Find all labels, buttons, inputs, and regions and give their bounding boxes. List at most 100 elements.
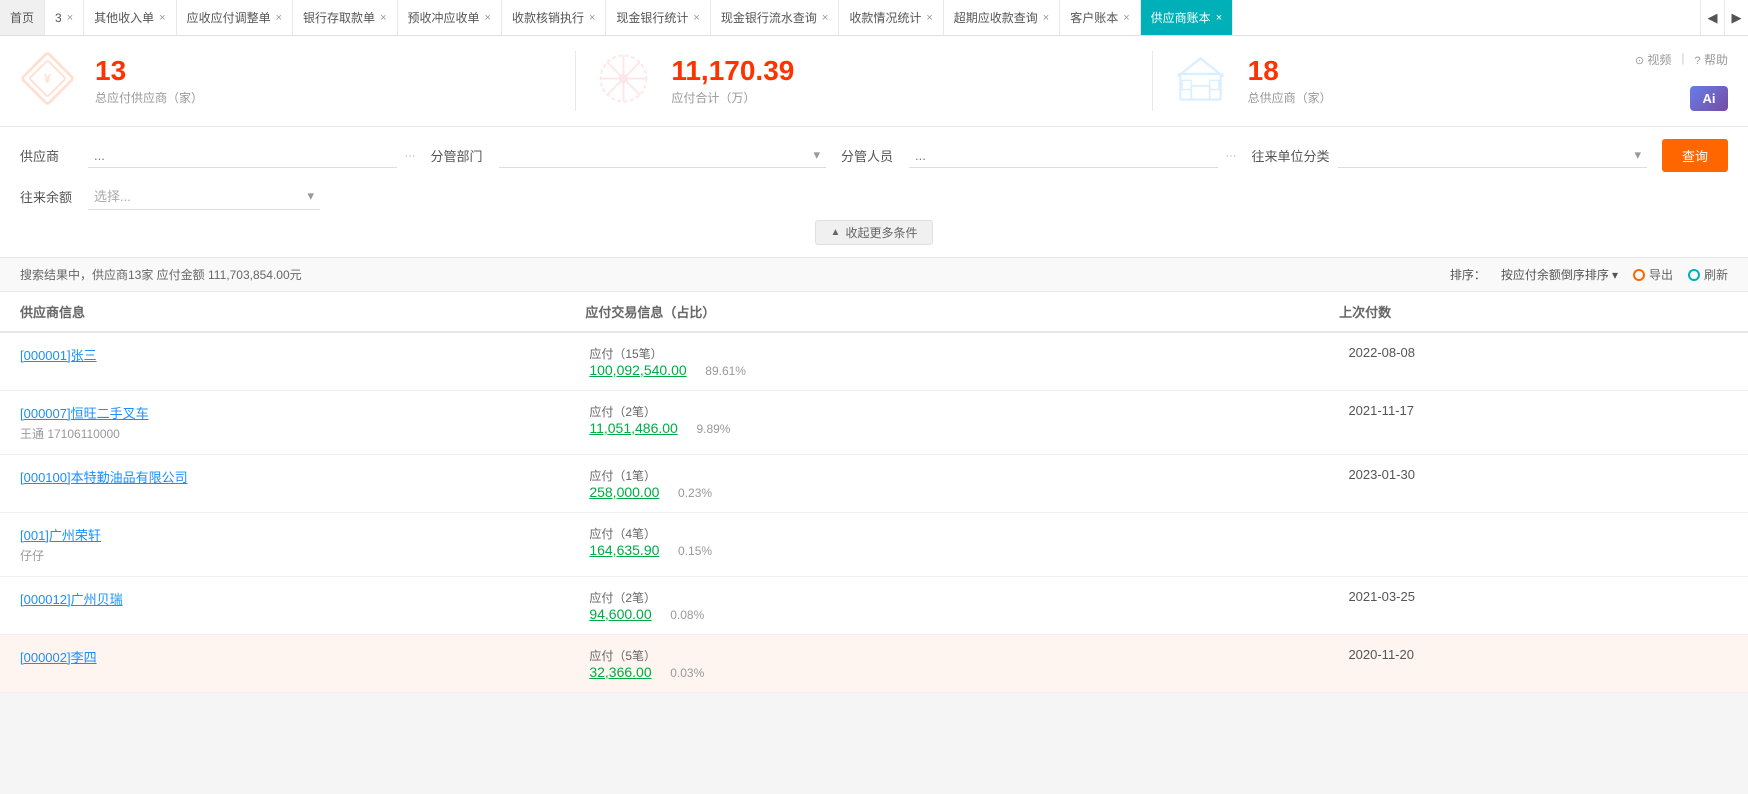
manager-more-icon[interactable]: ··· [1226, 150, 1237, 162]
supplier-input[interactable] [88, 144, 397, 168]
refresh-button[interactable]: 刷新 [1688, 266, 1728, 283]
trans-amount[interactable]: 94,600.00 [589, 606, 651, 622]
nav-home[interactable]: 首页 [0, 0, 45, 35]
trans-amount[interactable]: 32,366.00 [589, 664, 651, 680]
supplier-link[interactable]: [000007]恒旺二手叉车 [20, 403, 589, 422]
supplier-link[interactable]: [000002]李四 [20, 647, 589, 666]
supplier-label: 供应商 [20, 146, 80, 165]
filter-category: 往来单位分类 ▾ [1252, 143, 1648, 168]
total-suppliers-num: 18 [1248, 57, 1332, 85]
results-summary: 搜索结果中，供应商13家 应付金额 111,703,854.00元 [20, 266, 302, 283]
results-actions: 排序： 按应付余额倒序排序 ▾ 导出 刷新 [1450, 266, 1728, 283]
lastpay-cell: 2022-08-08 [1348, 345, 1728, 360]
trans-label: 应付（2笔） [589, 403, 1348, 420]
filter-supplier: 供应商 ··· [20, 144, 416, 168]
transaction-cell: 应付（1笔） 258,000.00 0.23% [589, 467, 1348, 500]
supplier-cell: [000001]张三 [20, 345, 589, 364]
nav-other-income[interactable]: 其他收入单 × [84, 0, 176, 35]
filter-row-2: 往来余额 选择... ▾ [20, 182, 1728, 210]
nav-receipt-verify[interactable]: 收款核销执行 × [502, 0, 606, 35]
lastpay-cell: 2023-01-30 [1348, 467, 1728, 482]
snowflake-icon [596, 51, 656, 111]
nav-arrows: ◀ ▶ [1700, 0, 1748, 36]
nav-other-income-close[interactable]: × [159, 12, 165, 24]
lastpay-date: 2020-11-20 [1348, 647, 1414, 662]
trans-amount[interactable]: 164,635.90 [589, 542, 659, 558]
transaction-cell: 应付（4笔） 164,635.90 0.15% [589, 525, 1348, 558]
supplier-cell: [000012]广州贝瑞 [20, 589, 589, 608]
nav-prepay-close[interactable]: × [485, 12, 491, 24]
lastpay-cell: 2021-11-17 [1348, 403, 1728, 418]
nav-tab3[interactable]: 3 × [45, 0, 84, 35]
trans-amount[interactable]: 258,000.00 [589, 484, 659, 500]
nav-receipt-stat[interactable]: 收款情况统计 × [839, 0, 943, 35]
nav-prepay[interactable]: 预收冲应收单 × [398, 0, 502, 35]
lastpay-cell: 2020-11-20 [1348, 647, 1728, 662]
query-button[interactable]: 查询 [1662, 139, 1728, 172]
trans-amount[interactable]: 100,092,540.00 [589, 362, 686, 378]
trans-pct: 0.08% [670, 608, 704, 622]
header-supplier: 供应商信息 [20, 302, 585, 321]
nav-tab3-close[interactable]: × [67, 12, 73, 24]
table-row: [000012]广州贝瑞 应付（2笔） 94,600.00 0.08% 2021… [0, 577, 1748, 635]
trans-pct: 89.61% [705, 364, 746, 378]
collapse-button[interactable]: ▲ 收起更多条件 [815, 220, 934, 245]
trans-amount[interactable]: 11,051,486.00 [589, 420, 678, 436]
manager-input[interactable] [909, 144, 1218, 168]
supplier-more-icon[interactable]: ··· [405, 150, 416, 162]
export-button[interactable]: 导出 [1633, 266, 1673, 283]
filter-dept: 分管部门 ▾ [431, 143, 827, 168]
nav-overdue-close[interactable]: × [1043, 12, 1049, 24]
table-row: [001]广州荣轩 仔仔 应付（4笔） 164,635.90 0.15% [0, 513, 1748, 577]
trans-pct: 0.23% [678, 486, 712, 500]
nav-receipt-verify-close[interactable]: × [589, 12, 595, 24]
nav-adjustment-close[interactable]: × [276, 12, 282, 24]
balance-select[interactable]: 选择... ▾ [88, 182, 320, 210]
stat-payable-amount: 11,170.39 应付合计（万） [575, 51, 1151, 111]
nav-supplier-book[interactable]: 供应商账本 × [1141, 0, 1233, 35]
nav-overdue[interactable]: 超期应收款查询 × [944, 0, 1060, 35]
balance-chevron-icon: ▾ [307, 188, 314, 204]
nav-arrow-right[interactable]: ▶ [1724, 0, 1748, 36]
supplier-cell: [000002]李四 [20, 647, 589, 666]
nav-arrow-left[interactable]: ◀ [1700, 0, 1724, 36]
nav-cash-flow-close[interactable]: × [822, 12, 828, 24]
supplier-link[interactable]: [000001]张三 [20, 345, 589, 364]
nav-supplier-book-close[interactable]: × [1216, 12, 1222, 24]
supplier-link[interactable]: [000100]本特勤油品有限公司 [20, 467, 589, 486]
trans-amount-row: 11,051,486.00 9.89% [589, 420, 1348, 436]
trans-pct: 0.03% [670, 666, 704, 680]
table-row: [000002]李四 应付（5笔） 32,366.00 0.03% 2020-1… [0, 635, 1748, 693]
nav-adjustment[interactable]: 应收应付调整单 × [177, 0, 293, 35]
ai-button[interactable]: Ai [1690, 86, 1728, 111]
category-select[interactable]: ▾ [1338, 143, 1647, 168]
supplier-sub: 仔仔 [20, 547, 589, 564]
table-header: 供应商信息 应付交易信息（占比） 上次付数 [0, 292, 1748, 333]
trans-amount-row: 100,092,540.00 89.61% [589, 362, 1348, 378]
header-lastpay: 上次付数 [1339, 302, 1716, 321]
transaction-cell: 应付（15笔） 100,092,540.00 89.61% [589, 345, 1348, 378]
trans-label: 应付（2笔） [589, 589, 1348, 606]
nav-bank-deposit-close[interactable]: × [380, 12, 386, 24]
nav-cash-stat-close[interactable]: × [693, 12, 699, 24]
nav-customer-book-close[interactable]: × [1123, 12, 1129, 24]
supplier-link[interactable]: [001]广州荣轩 [20, 525, 589, 544]
top-navigation: 首页 3 × 其他收入单 × 应收应付调整单 × 银行存取款单 × 预收冲应收单… [0, 0, 1748, 36]
help-link[interactable]: ? 帮助 [1695, 51, 1728, 68]
sort-label: 排序： [1450, 266, 1486, 283]
supplier-link[interactable]: [000012]广州贝瑞 [20, 589, 589, 608]
sort-chevron-icon: ▾ [1612, 268, 1618, 282]
nav-receipt-stat-close[interactable]: × [926, 12, 932, 24]
video-link[interactable]: ⊙ 视频 [1635, 51, 1672, 68]
nav-bank-deposit[interactable]: 银行存取款单 × [293, 0, 397, 35]
dept-select[interactable]: ▾ [499, 143, 827, 168]
nav-cash-stat[interactable]: 现金银行统计 × [606, 0, 710, 35]
table-row: [000100]本特勤油品有限公司 应付（1笔） 258,000.00 0.23… [0, 455, 1748, 513]
lastpay-date: 2023-01-30 [1348, 467, 1415, 482]
nav-customer-book[interactable]: 客户账本 × [1060, 0, 1140, 35]
nav-cash-flow[interactable]: 现金银行流水查询 × [711, 0, 839, 35]
collapse-up-icon: ▲ [831, 227, 841, 238]
stat-payable-suppliers: ¥ 13 总应付供应商（家） [20, 51, 575, 111]
sort-select[interactable]: 按应付余额倒序排序 ▾ [1501, 266, 1618, 283]
lastpay-cell: 2021-03-25 [1348, 589, 1728, 604]
